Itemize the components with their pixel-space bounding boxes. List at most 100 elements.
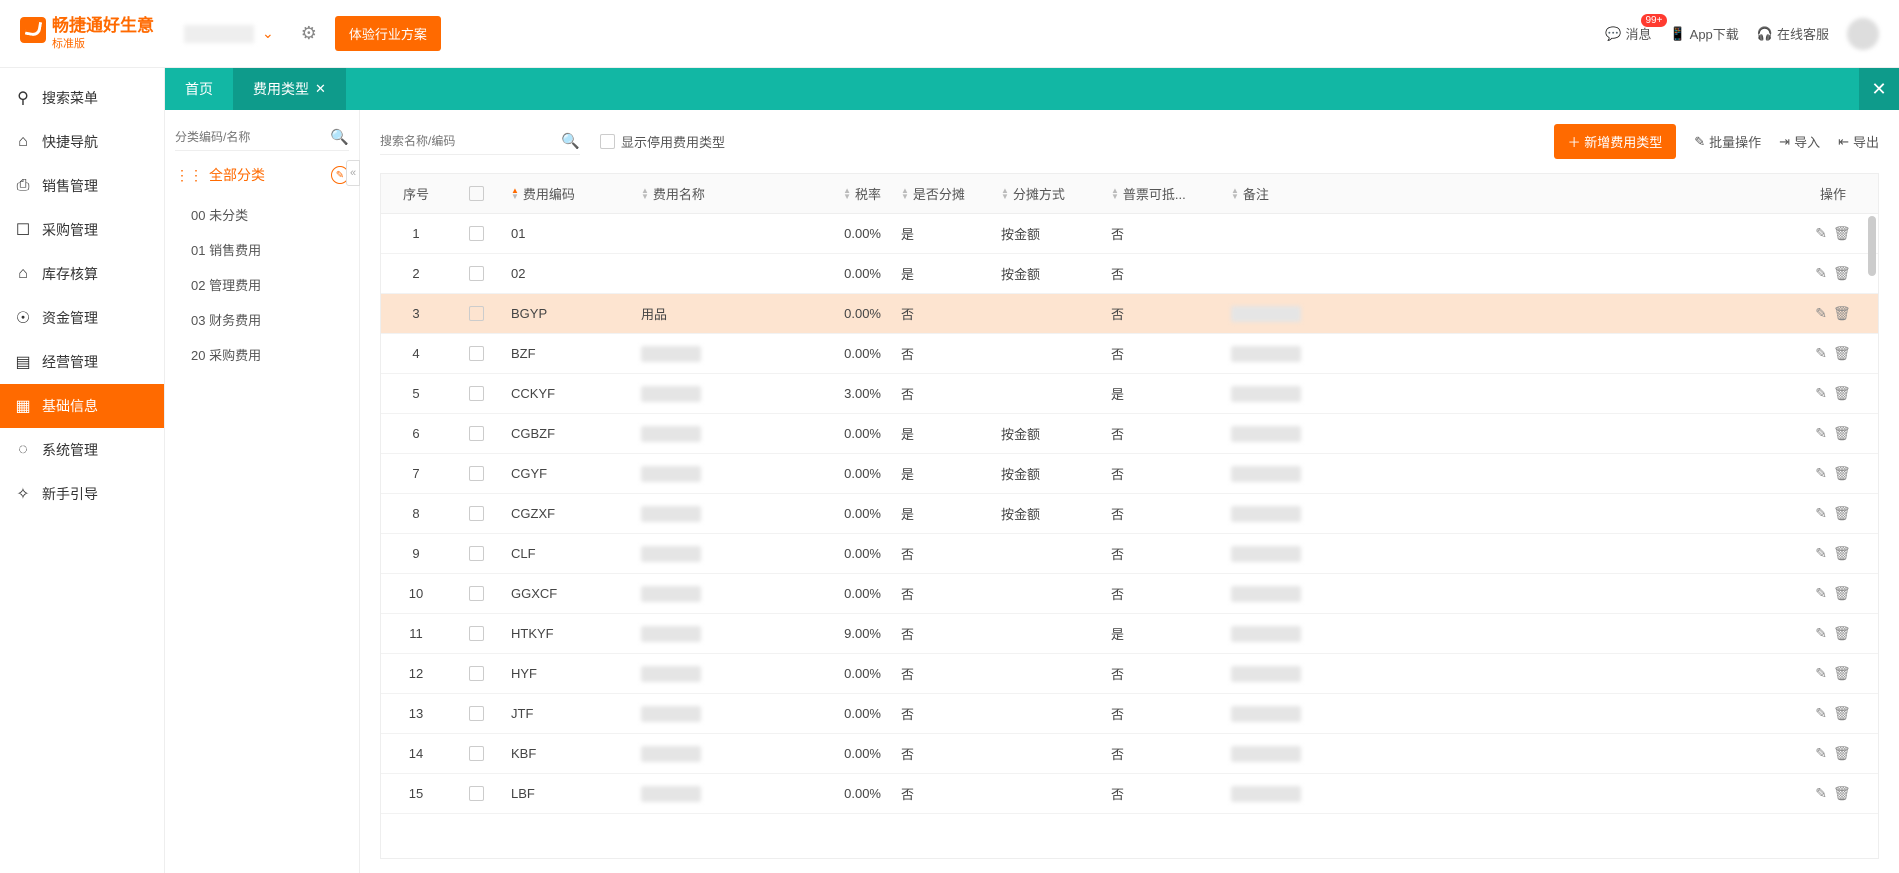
close-all-tabs[interactable]: ✕ [1859, 68, 1899, 110]
scrollbar[interactable] [1868, 216, 1876, 276]
sidebar-item[interactable]: ☉资金管理 [0, 296, 164, 340]
sidebar-item[interactable]: ◌系统管理 [0, 428, 164, 472]
sidebar-item[interactable]: ⚲搜索菜单 [0, 76, 164, 120]
tab-home[interactable]: 首页 [165, 68, 233, 110]
table-row[interactable]: 15LBF0.00%否否✎🗑 [381, 774, 1878, 814]
cell-checkbox[interactable] [451, 414, 501, 453]
close-tab-icon[interactable]: ✕ [315, 81, 326, 97]
cell-checkbox[interactable] [451, 334, 501, 373]
delete-row-icon[interactable]: 🗑 [1833, 665, 1851, 682]
cell-checkbox[interactable] [451, 774, 501, 813]
edit-row-icon[interactable]: ✎ [1815, 425, 1827, 442]
category-search-input[interactable] [175, 124, 330, 150]
sidebar-item[interactable]: ⌂快捷导航 [0, 120, 164, 164]
table-row[interactable]: 4BZF0.00%否否✎🗑 [381, 334, 1878, 374]
table-row[interactable]: 9CLF0.00%否否✎🗑 [381, 534, 1878, 574]
delete-row-icon[interactable]: 🗑 [1833, 625, 1851, 642]
cell-checkbox[interactable] [451, 614, 501, 653]
cell-checkbox[interactable] [451, 534, 501, 573]
delete-row-icon[interactable]: 🗑 [1833, 225, 1851, 242]
th-index[interactable]: 序号 [381, 174, 451, 213]
edit-row-icon[interactable]: ✎ [1815, 265, 1827, 282]
gear-icon[interactable]: ⚙ [301, 23, 317, 44]
edit-row-icon[interactable]: ✎ [1815, 505, 1827, 522]
batch-action[interactable]: ✎批量操作 [1694, 132, 1761, 151]
delete-row-icon[interactable]: 🗑 [1833, 785, 1851, 802]
table-row[interactable]: 13JTF0.00%否否✎🗑 [381, 694, 1878, 734]
edit-row-icon[interactable]: ✎ [1815, 785, 1827, 802]
th-invoice[interactable]: ▲▼普票可抵... [1101, 174, 1221, 213]
sidebar-item[interactable]: ☐采购管理 [0, 208, 164, 252]
table-row[interactable]: 2020.00%是按金额否✎🗑 [381, 254, 1878, 294]
import-action[interactable]: ⇥导入 [1779, 132, 1820, 151]
edit-row-icon[interactable]: ✎ [1815, 385, 1827, 402]
table-row[interactable]: 1010.00%是按金额否✎🗑 [381, 214, 1878, 254]
cell-checkbox[interactable] [451, 734, 501, 773]
table-row[interactable]: 6CGBZF0.00%是按金额否✎🗑 [381, 414, 1878, 454]
table-row[interactable]: 12HYF0.00%否否✎🗑 [381, 654, 1878, 694]
sidebar-item[interactable]: ▤经营管理 [0, 340, 164, 384]
category-item[interactable]: 02 管理费用 [175, 267, 349, 302]
table-search-input[interactable] [380, 128, 561, 154]
delete-row-icon[interactable]: 🗑 [1833, 385, 1851, 402]
table-row[interactable]: 5CCKYF3.00%否是✎🗑 [381, 374, 1878, 414]
delete-row-icon[interactable]: 🗑 [1833, 745, 1851, 762]
th-name[interactable]: ▲▼费用名称 [631, 174, 801, 213]
cell-checkbox[interactable] [451, 294, 501, 333]
cell-checkbox[interactable] [451, 694, 501, 733]
add-expense-button[interactable]: ＋ 新增费用类型 [1554, 124, 1677, 159]
th-method[interactable]: ▲▼分摊方式 [991, 174, 1101, 213]
sidebar-item[interactable]: ⌂库存核算 [0, 252, 164, 296]
th-checkbox[interactable] [451, 174, 501, 213]
search-icon[interactable]: 🔍 [330, 128, 349, 146]
th-rate[interactable]: ▲▼税率 [801, 174, 891, 213]
edit-row-icon[interactable]: ✎ [1815, 665, 1827, 682]
tab-expense-type[interactable]: 费用类型✕ [233, 68, 346, 110]
show-disabled-checkbox[interactable]: 显示停用费用类型 [600, 132, 725, 151]
export-action[interactable]: ⇤导出 [1838, 132, 1879, 151]
table-row[interactable]: 3BGYP用品0.00%否否✎🗑 [381, 294, 1878, 334]
category-item[interactable]: 01 销售费用 [175, 232, 349, 267]
delete-row-icon[interactable]: 🗑 [1833, 305, 1851, 322]
edit-row-icon[interactable]: ✎ [1815, 305, 1827, 322]
cell-checkbox[interactable] [451, 214, 501, 253]
edit-row-icon[interactable]: ✎ [1815, 745, 1827, 762]
category-item[interactable]: 00 未分类 [175, 197, 349, 232]
trial-button[interactable]: 体验行业方案 [335, 16, 441, 51]
download-link[interactable]: 📱 App下载 [1669, 24, 1738, 43]
delete-row-icon[interactable]: 🗑 [1833, 545, 1851, 562]
collapse-panel-icon[interactable]: « [346, 160, 360, 186]
edit-row-icon[interactable]: ✎ [1815, 225, 1827, 242]
sidebar-item[interactable]: ▦基础信息 [0, 384, 164, 428]
delete-row-icon[interactable]: 🗑 [1833, 425, 1851, 442]
table-row[interactable]: 10GGXCF0.00%否否✎🗑 [381, 574, 1878, 614]
sidebar-item[interactable]: ✧新手引导 [0, 472, 164, 516]
th-alloc[interactable]: ▲▼是否分摊 [891, 174, 991, 213]
category-item[interactable]: 20 采购费用 [175, 337, 349, 372]
table-row[interactable]: 11HTKYF9.00%否是✎🗑 [381, 614, 1878, 654]
cell-checkbox[interactable] [451, 254, 501, 293]
th-code[interactable]: ▲▼费用编码 [501, 174, 631, 213]
category-item[interactable]: 03 财务费用 [175, 302, 349, 337]
edit-row-icon[interactable]: ✎ [1815, 545, 1827, 562]
th-note[interactable]: ▲▼备注 [1221, 174, 1788, 213]
edit-row-icon[interactable]: ✎ [1815, 345, 1827, 362]
edit-row-icon[interactable]: ✎ [1815, 465, 1827, 482]
table-row[interactable]: 8CGZXF0.00%是按金额否✎🗑 [381, 494, 1878, 534]
delete-row-icon[interactable]: 🗑 [1833, 505, 1851, 522]
chevron-down-icon[interactable]: ⌄ [262, 25, 274, 42]
delete-row-icon[interactable]: 🗑 [1833, 705, 1851, 722]
delete-row-icon[interactable]: 🗑 [1833, 465, 1851, 482]
delete-row-icon[interactable]: 🗑 [1833, 345, 1851, 362]
cell-checkbox[interactable] [451, 374, 501, 413]
cell-checkbox[interactable] [451, 494, 501, 533]
sidebar-item[interactable]: ⎙销售管理 [0, 164, 164, 208]
org-selector[interactable]: ⌄ [184, 25, 286, 43]
table-row[interactable]: 14KBF0.00%否否✎🗑 [381, 734, 1878, 774]
avatar[interactable] [1847, 18, 1879, 50]
cell-checkbox[interactable] [451, 654, 501, 693]
delete-row-icon[interactable]: 🗑 [1833, 585, 1851, 602]
cell-checkbox[interactable] [451, 454, 501, 493]
message-link[interactable]: 💬 消息 99+ [1605, 24, 1651, 43]
category-all[interactable]: ⋮⋮ 全部分类 ✎ [175, 165, 349, 185]
